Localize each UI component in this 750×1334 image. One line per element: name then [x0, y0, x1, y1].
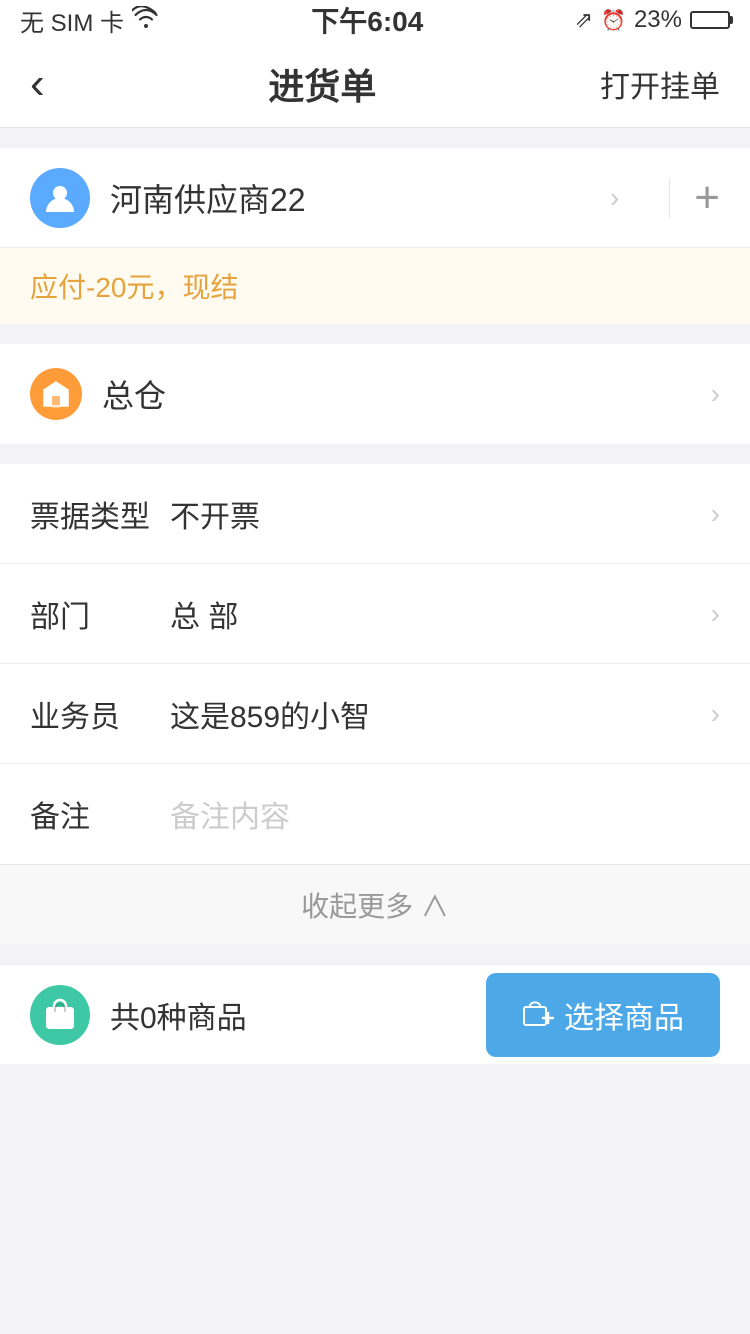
warehouse-row[interactable]: 总仓 › — [0, 344, 750, 444]
dept-row[interactable]: 部门 总 部 › — [0, 564, 750, 664]
salesperson-value: 这是859的小智 — [150, 692, 711, 736]
section-divider-4 — [0, 944, 750, 964]
location-icon: ⇗ — [575, 7, 593, 33]
status-time: 下午6:04 — [311, 0, 423, 40]
alarm-icon: ⏰ — [601, 8, 626, 33]
wifi-icon — [132, 6, 160, 35]
main-content: 河南供应商22 › + 应付-20元，现结 总仓 › — [0, 128, 750, 1334]
select-product-label: 选择商品 — [564, 993, 684, 1037]
product-icon-wrap — [30, 985, 90, 1045]
battery-icon — [690, 11, 730, 29]
page-title: 进货单 — [268, 58, 376, 110]
invoice-type-label: 票据类型 — [30, 492, 150, 536]
status-right: ⇗ ⏰ 23% — [575, 6, 730, 34]
product-count-label: 共0种商品 — [110, 993, 486, 1037]
invoice-type-row[interactable]: 票据类型 不开票 › — [0, 464, 750, 564]
status-bar: 无 SIM 卡 下午6:04 ⇗ ⏰ 23% — [0, 0, 750, 40]
notice-text: 应付-20元，现结 — [30, 272, 238, 303]
remark-row[interactable]: 备注 备注内容 — [0, 764, 750, 864]
status-left: 无 SIM 卡 — [20, 3, 160, 38]
supplier-section: 河南供应商22 › + — [0, 148, 750, 248]
dept-label: 部门 — [30, 592, 150, 636]
warehouse-chevron-icon: › — [711, 378, 720, 410]
invoice-type-value: 不开票 — [150, 492, 711, 536]
carrier-label: 无 SIM 卡 — [20, 3, 124, 38]
collapse-label: 收起更多 ∧ — [301, 885, 449, 925]
remark-label: 备注 — [30, 792, 150, 836]
form-section: 票据类型 不开票 › 部门 总 部 › 业务员 这是859的小智 › 备注 备注… — [0, 464, 750, 864]
section-divider-2 — [0, 324, 750, 344]
invoice-chevron-icon: › — [711, 498, 720, 530]
remark-input[interactable]: 备注内容 — [150, 792, 720, 836]
dept-value: 总 部 — [150, 592, 711, 636]
supplier-chevron-icon: › — [610, 182, 619, 214]
warehouse-icon — [30, 368, 82, 420]
add-supplier-button[interactable]: + — [694, 176, 720, 220]
supplier-avatar — [30, 168, 90, 228]
supplier-name: 河南供应商22 — [110, 175, 610, 221]
notice-banner: 应付-20元，现结 — [0, 248, 750, 324]
open-pending-button[interactable]: 打开挂单 — [600, 62, 720, 106]
supplier-divider — [669, 178, 670, 218]
nav-bar: ‹ 进货单 打开挂单 — [0, 40, 750, 128]
section-divider-3 — [0, 444, 750, 464]
bottom-bar: 共0种商品 选择商品 — [0, 964, 750, 1064]
salesperson-label: 业务员 — [30, 692, 150, 736]
warehouse-name: 总仓 — [102, 371, 711, 417]
dept-chevron-icon: › — [711, 598, 720, 630]
salesperson-row[interactable]: 业务员 这是859的小智 › — [0, 664, 750, 764]
collapse-bar[interactable]: 收起更多 ∧ — [0, 864, 750, 944]
battery-pct-label: 23% — [634, 6, 682, 34]
supplier-row[interactable]: 河南供应商22 › + — [0, 148, 750, 248]
salesperson-chevron-icon: › — [711, 698, 720, 730]
section-divider-1 — [0, 128, 750, 148]
back-button[interactable]: ‹ — [30, 59, 45, 109]
select-product-button[interactable]: 选择商品 — [486, 973, 720, 1057]
warehouse-section: 总仓 › — [0, 344, 750, 444]
